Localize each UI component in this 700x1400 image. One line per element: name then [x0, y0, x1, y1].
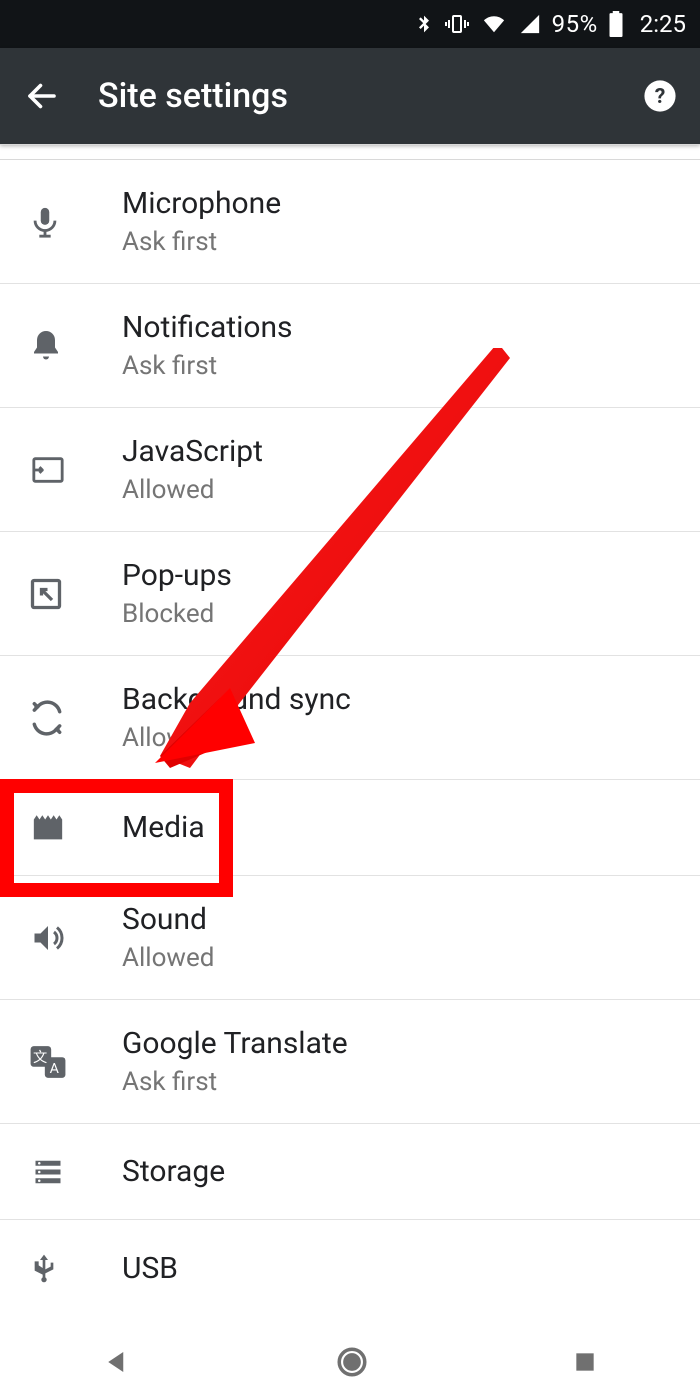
row-sub: Blocked — [122, 599, 232, 629]
settings-row-translate[interactable]: 文A Google Translate Ask first — [0, 1000, 700, 1124]
settings-row-javascript[interactable]: JavaScript Allowed — [0, 408, 700, 532]
settings-row-popups[interactable]: Pop-ups Blocked — [0, 532, 700, 656]
wifi-icon — [480, 13, 508, 35]
row-label: Media — [122, 810, 205, 845]
row-label: Storage — [122, 1154, 225, 1189]
row-label: JavaScript — [122, 434, 263, 469]
svg-text:A: A — [50, 1061, 60, 1077]
bluetooth-icon — [414, 11, 434, 37]
nav-home-button[interactable] — [335, 1345, 369, 1383]
nav-recent-button[interactable] — [572, 1349, 598, 1379]
settings-row-media[interactable]: Media — [0, 780, 700, 876]
row-sub: Allowed — [122, 475, 263, 505]
clock-text: 2:25 — [640, 10, 686, 38]
cellular-icon — [518, 13, 542, 35]
settings-list: Microphone Ask first Notifications Ask f… — [0, 160, 700, 1328]
row-label: Pop-ups — [122, 558, 232, 593]
row-sub: Allowed — [122, 723, 351, 753]
settings-row-notifications[interactable]: Notifications Ask first — [0, 284, 700, 408]
battery-percent: 95% — [552, 10, 598, 38]
bell-icon — [28, 326, 84, 366]
status-bar: 95% 2:25 — [0, 0, 700, 48]
row-sub: Ask first — [122, 227, 281, 257]
svg-text:?: ? — [655, 84, 666, 109]
nav-back-button[interactable] — [102, 1347, 132, 1381]
settings-row-backgroundsync[interactable]: Background sync Allowed — [0, 656, 700, 780]
row-label: Microphone — [122, 186, 281, 221]
settings-row-storage[interactable]: Storage — [0, 1124, 700, 1220]
vibrate-icon — [444, 12, 470, 36]
app-bar: Site settings ? — [0, 48, 700, 144]
settings-row-microphone[interactable]: Microphone Ask first — [0, 160, 700, 284]
sync-icon — [28, 699, 84, 737]
sound-icon — [28, 920, 84, 956]
popup-icon — [28, 576, 84, 612]
spacer — [0, 145, 700, 159]
storage-icon — [28, 1157, 84, 1187]
row-sub: Ask first — [122, 351, 293, 381]
usb-icon — [28, 1247, 84, 1289]
media-icon — [28, 811, 84, 845]
help-button[interactable]: ? — [642, 78, 678, 114]
microphone-icon — [28, 202, 84, 242]
android-nav-bar — [0, 1328, 700, 1400]
battery-icon — [608, 11, 624, 37]
settings-row-usb[interactable]: USB — [0, 1220, 700, 1316]
page-title: Site settings — [98, 76, 606, 116]
row-sub: Ask first — [122, 1067, 348, 1097]
settings-row-sound[interactable]: Sound Allowed — [0, 876, 700, 1000]
row-label: USB — [122, 1251, 178, 1286]
translate-icon: 文A — [28, 1043, 84, 1081]
row-label: Sound — [122, 902, 214, 937]
back-button[interactable] — [22, 76, 62, 116]
row-label: Google Translate — [122, 1026, 348, 1061]
javascript-icon — [28, 453, 84, 487]
row-label: Background sync — [122, 682, 351, 717]
svg-text:文: 文 — [33, 1049, 47, 1066]
row-sub: Allowed — [122, 943, 214, 973]
row-label: Notifications — [122, 310, 293, 345]
